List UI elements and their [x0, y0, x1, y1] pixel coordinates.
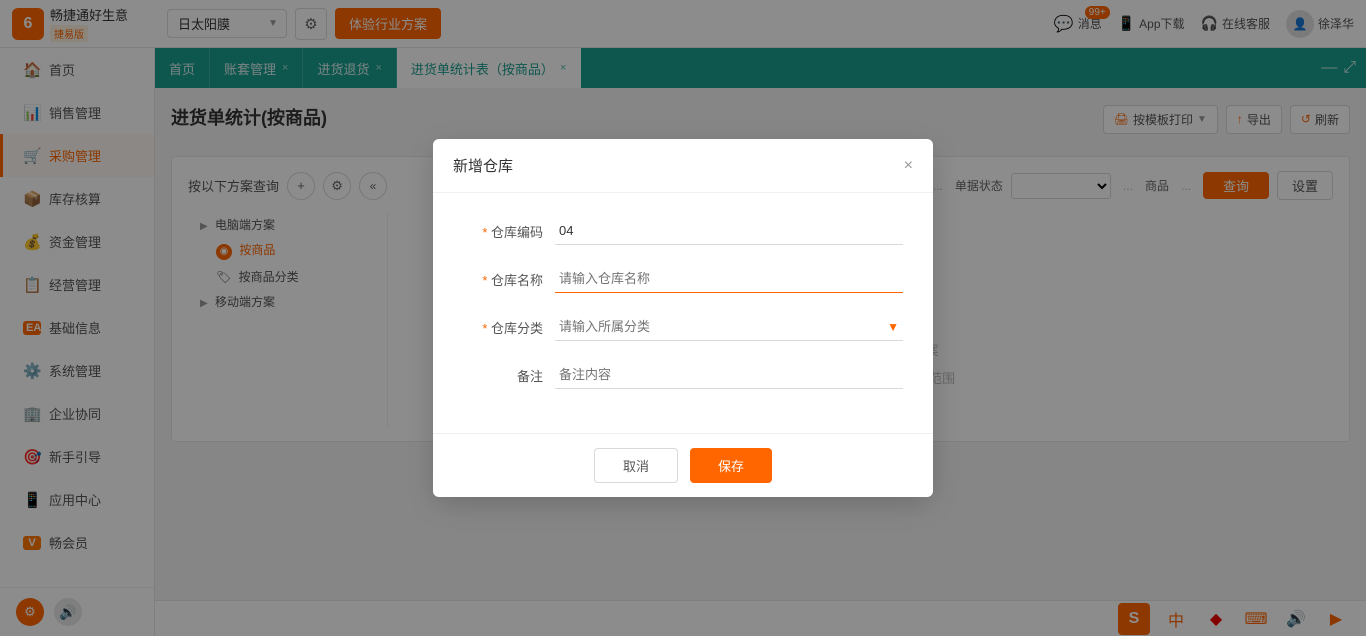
modal-title: 新增仓库	[453, 155, 513, 176]
warehouse-name-field: 仓库名称	[463, 265, 903, 293]
modal-footer: 取消 保存	[433, 433, 933, 497]
cancel-button[interactable]: 取消	[594, 448, 678, 483]
warehouse-type-field: 仓库分类 ▼	[463, 313, 903, 341]
modal-close-button[interactable]: ×	[904, 158, 913, 174]
remark-label: 备注	[463, 366, 543, 385]
code-label: 仓库编码	[463, 222, 543, 241]
modal-header: 新增仓库 ×	[433, 139, 933, 193]
modal-body: 仓库编码 仓库名称 仓库分类 ▼ 备注	[433, 193, 933, 433]
warehouse-code-field: 仓库编码	[463, 217, 903, 245]
warehouse-remark-input[interactable]	[555, 361, 903, 389]
type-select-wrap: ▼	[555, 313, 903, 341]
warehouse-name-input[interactable]	[555, 265, 903, 293]
modal-new-warehouse: 新增仓库 × 仓库编码 仓库名称 仓库分类 ▼	[433, 139, 933, 497]
save-button[interactable]: 保存	[690, 448, 772, 483]
warehouse-type-input[interactable]	[555, 313, 903, 341]
warehouse-remark-field: 备注	[463, 361, 903, 389]
warehouse-code-input[interactable]	[555, 217, 903, 245]
modal-overlay: 新增仓库 × 仓库编码 仓库名称 仓库分类 ▼	[0, 0, 1366, 636]
type-label: 仓库分类	[463, 318, 543, 337]
name-label: 仓库名称	[463, 270, 543, 289]
